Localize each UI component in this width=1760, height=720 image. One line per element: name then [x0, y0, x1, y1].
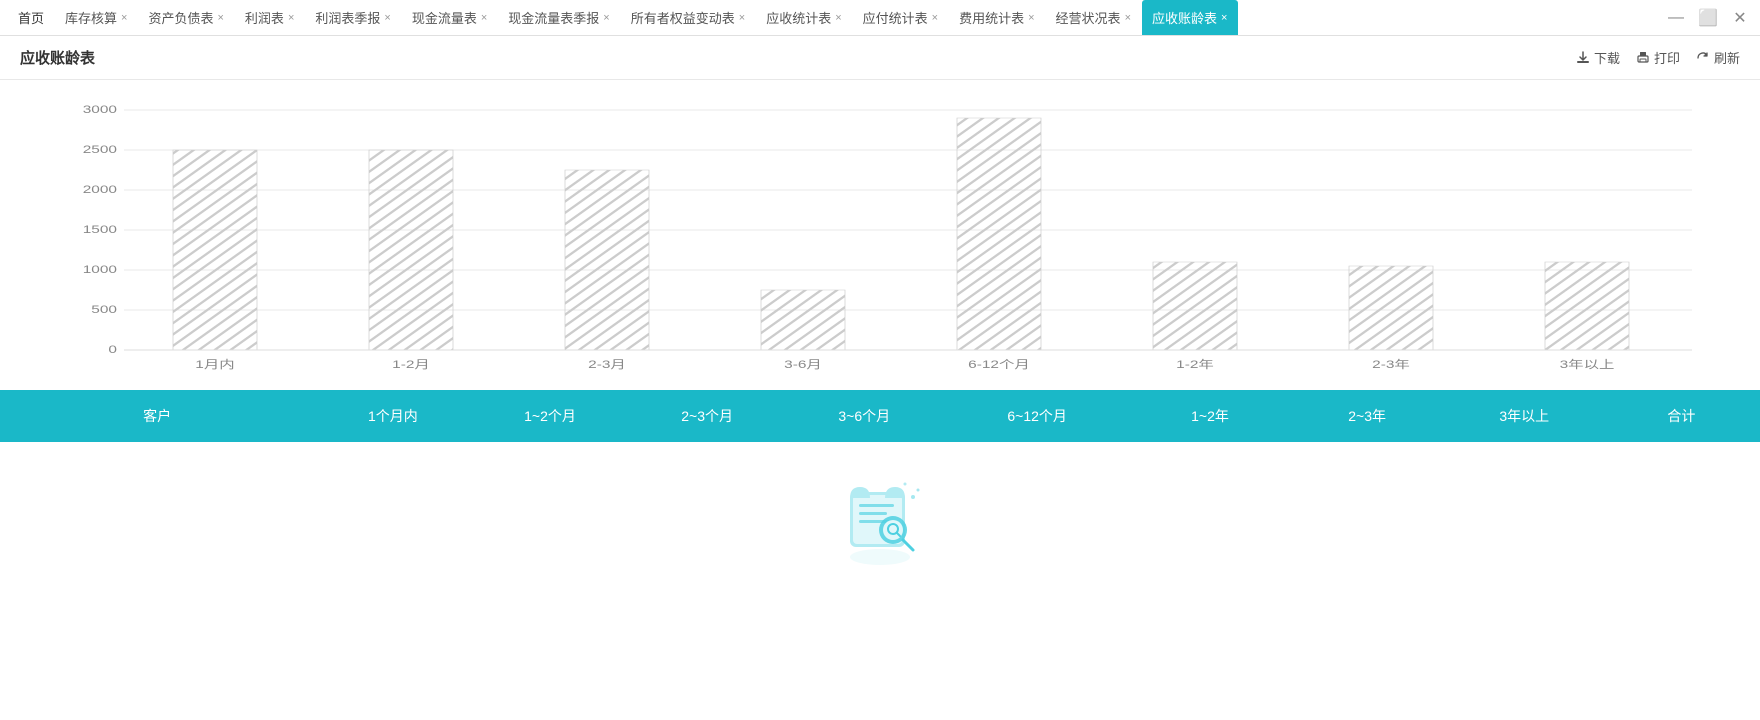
bar-6-12个月: [957, 118, 1041, 350]
tab-profit-close[interactable]: ×: [288, 12, 294, 24]
bar-1-2年: [1153, 262, 1237, 350]
tab-bar-right: — ⬜ ✕: [1664, 6, 1752, 30]
tab-expense-stats-label: 费用统计表: [959, 8, 1024, 27]
th-1-2month: 1~2个月: [471, 406, 628, 426]
svg-text:1500: 1500: [83, 223, 117, 235]
tab-cashflow-label: 现金流量表: [412, 8, 477, 27]
download-icon: [1576, 51, 1590, 65]
empty-state: [0, 442, 1760, 720]
empty-state-icon: [825, 462, 935, 572]
tab-inventory-close[interactable]: ×: [121, 12, 127, 24]
tab-profit-quarterly-close[interactable]: ×: [384, 12, 390, 24]
maximize-icon[interactable]: ⬜: [1696, 6, 1720, 30]
bar-1-2月: [369, 150, 453, 350]
tab-profit-label: 利润表: [245, 8, 284, 27]
tab-operation-close[interactable]: ×: [1125, 12, 1131, 24]
chart-area: 0 500 1000 1500 2000 2500 3000 1月内 1-2月 …: [0, 80, 1760, 390]
svg-text:1-2月: 1-2月: [392, 358, 430, 370]
svg-text:3-6月: 3-6月: [784, 358, 822, 370]
svg-text:2-3年: 2-3年: [1372, 358, 1410, 370]
tab-ar-aging[interactable]: 应收账龄表 ×: [1142, 0, 1238, 36]
tab-ap-stats-close[interactable]: ×: [932, 12, 938, 24]
svg-text:1月内: 1月内: [195, 358, 234, 370]
main-content: 0 500 1000 1500 2000 2500 3000 1月内 1-2月 …: [0, 80, 1760, 720]
tab-profit-quarterly-label: 利润表季报: [315, 8, 380, 27]
svg-text:6-12个月: 6-12个月: [968, 358, 1030, 370]
bar-2-3年: [1349, 266, 1433, 350]
tab-operation[interactable]: 经营状况表 ×: [1046, 0, 1142, 36]
download-button[interactable]: 下载: [1576, 48, 1620, 67]
tab-expense-stats[interactable]: 费用统计表 ×: [949, 0, 1045, 36]
tab-balance-close[interactable]: ×: [217, 12, 223, 24]
bar-3年以上: [1545, 262, 1629, 350]
tab-profit-quarterly[interactable]: 利润表季报 ×: [305, 0, 401, 36]
tab-cashflow[interactable]: 现金流量表 ×: [402, 0, 498, 36]
svg-text:500: 500: [91, 303, 117, 315]
th-2-3year: 2~3年: [1289, 406, 1446, 426]
page-header: 应收账龄表 下载 打印 刷新: [0, 36, 1760, 80]
bar-3-6月: [761, 290, 845, 350]
tab-home[interactable]: 首页: [8, 0, 55, 36]
tab-profit[interactable]: 利润表 ×: [235, 0, 305, 36]
tab-ap-stats[interactable]: 应付统计表 ×: [853, 0, 949, 36]
tab-cashflow-close[interactable]: ×: [481, 12, 487, 24]
th-total: 合计: [1603, 406, 1760, 426]
tab-equity-close[interactable]: ×: [739, 12, 745, 24]
bar-1月内: [173, 150, 257, 350]
tab-home-label: 首页: [18, 8, 44, 27]
tab-ar-aging-close[interactable]: ×: [1221, 12, 1227, 24]
th-1month: 1个月内: [314, 406, 471, 426]
svg-text:2-3月: 2-3月: [588, 358, 626, 370]
tab-equity[interactable]: 所有者权益变动表 ×: [621, 0, 756, 36]
page-title: 应收账龄表: [20, 47, 95, 68]
header-actions: 下载 打印 刷新: [1576, 48, 1740, 67]
tab-ar-aging-label: 应收账龄表: [1152, 8, 1217, 27]
bar-2-3月: [565, 170, 649, 350]
svg-text:1-2年: 1-2年: [1176, 358, 1214, 370]
svg-text:1000: 1000: [83, 263, 117, 275]
tab-equity-label: 所有者权益变动表: [631, 8, 735, 27]
print-icon: [1636, 51, 1650, 65]
th-3-6month: 3~6个月: [786, 406, 943, 426]
th-3year-plus: 3年以上: [1446, 406, 1603, 426]
tab-ar-stats-close[interactable]: ×: [835, 12, 841, 24]
th-6-12month: 6~12个月: [943, 406, 1132, 426]
tab-bar: 首页 库存核算 × 资产负债表 × 利润表 × 利润表季报 × 现金流量表 × …: [0, 0, 1760, 36]
bar-chart: 0 500 1000 1500 2000 2500 3000 1月内 1-2月 …: [40, 100, 1720, 380]
svg-text:3年以上: 3年以上: [1560, 358, 1615, 370]
tab-inventory-label: 库存核算: [65, 8, 117, 27]
th-2-3month: 2~3个月: [629, 406, 786, 426]
svg-text:2500: 2500: [83, 143, 117, 155]
tab-expense-stats-close[interactable]: ×: [1028, 12, 1034, 24]
svg-text:3000: 3000: [83, 103, 117, 115]
tab-balance-sheet-label: 资产负债表: [148, 8, 213, 27]
download-label: 下载: [1594, 48, 1620, 67]
refresh-button[interactable]: 刷新: [1696, 48, 1740, 67]
refresh-icon: [1696, 51, 1710, 65]
tab-ar-stats-label: 应收统计表: [766, 8, 831, 27]
th-customer: 客户: [0, 406, 314, 426]
tab-cashflow-quarterly-close[interactable]: ×: [603, 12, 609, 24]
tab-operation-label: 经营状况表: [1056, 8, 1121, 27]
minimize-icon[interactable]: —: [1664, 6, 1688, 30]
close-window-icon[interactable]: ✕: [1728, 6, 1752, 30]
tab-cashflow-quarterly-label: 现金流量表季报: [508, 8, 599, 27]
th-1-2year: 1~2年: [1131, 406, 1288, 426]
tab-inventory[interactable]: 库存核算 ×: [55, 0, 138, 36]
table-header: 客户 1个月内 1~2个月 2~3个月 3~6个月 6~12个月 1~2年 2~…: [0, 390, 1760, 442]
refresh-label: 刷新: [1714, 48, 1740, 67]
chart-container: 0 500 1000 1500 2000 2500 3000 1月内 1-2月 …: [40, 100, 1720, 380]
tab-cashflow-quarterly[interactable]: 现金流量表季报 ×: [498, 0, 620, 36]
svg-text:0: 0: [108, 343, 117, 355]
print-button[interactable]: 打印: [1636, 48, 1680, 67]
tab-ap-stats-label: 应付统计表: [863, 8, 928, 27]
svg-text:2000: 2000: [83, 183, 117, 195]
tab-balance-sheet[interactable]: 资产负债表 ×: [138, 0, 234, 36]
tab-ar-stats[interactable]: 应收统计表 ×: [756, 0, 852, 36]
print-label: 打印: [1654, 48, 1680, 67]
